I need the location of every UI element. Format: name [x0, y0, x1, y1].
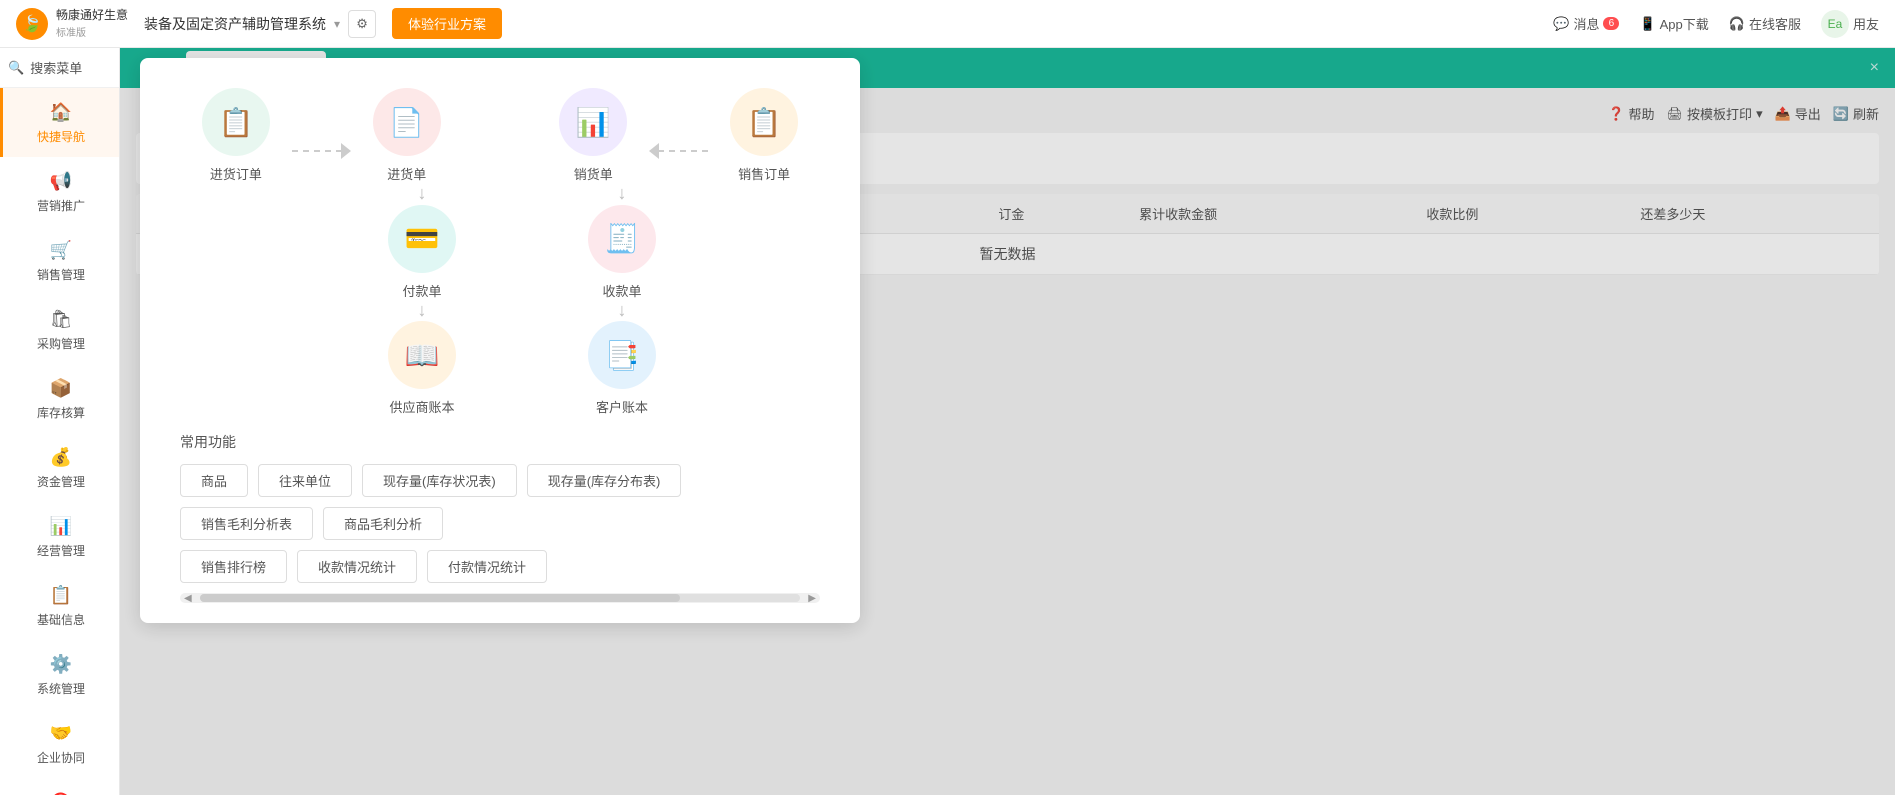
flow-sales-order-circle[interactable]: 📋 — [730, 88, 798, 156]
func-btn-product[interactable]: 商品 — [180, 464, 248, 497]
online-service-button[interactable]: 🎧 在线客服 — [1729, 14, 1801, 33]
sidebar-item-marketing[interactable]: 📢 营销推广 — [0, 157, 119, 226]
logo-text: 畅康通好生意 — [56, 8, 128, 24]
func-buttons-row2: 销售排行榜 收款情况统计 付款情况统计 — [180, 550, 820, 583]
user-area[interactable]: Ea 用友 — [1821, 10, 1879, 38]
logo-area: 🍃 畅康通好生意 标准版 — [16, 8, 136, 40]
top-right: 💬 消息 6 📱 App下载 🎧 在线客服 Ea 用友 — [1553, 10, 1879, 38]
app-download-button[interactable]: 📱 App下载 — [1639, 14, 1708, 33]
trial-button[interactable]: 体验行业方案 — [392, 8, 502, 39]
search-icon: 🔍 — [8, 60, 24, 76]
sidebar: 🔍 搜索菜单 🏠 快捷导航 📢 营销推广 🛒 销售管理 🛍 采购管理 📦 库存核… — [0, 48, 120, 795]
flow-sales-bill-label: 销货单 — [574, 164, 613, 183]
func-btn-unit[interactable]: 往来单位 — [258, 464, 352, 497]
sidebar-item-beginner[interactable]: 🎯 新手引导 — [0, 778, 119, 795]
inventory-icon: 📦 — [49, 376, 73, 400]
system-dropdown-arrow[interactable]: ▾ — [334, 17, 340, 31]
sidebar-item-sales[interactable]: 🛒 销售管理 — [0, 226, 119, 295]
func-btn-sales-profit[interactable]: 销售毛利分析表 — [180, 507, 313, 540]
system-icon: ⚙️ — [49, 652, 73, 676]
service-icon: 🎧 — [1729, 16, 1745, 32]
common-functions-title: 常用功能 — [180, 432, 820, 452]
flow-supplier-ledger-circle[interactable]: 📖 — [388, 321, 456, 389]
system-title: 装备及固定资产辅助管理系统 — [144, 14, 326, 34]
scroll-right-arrow[interactable]: ▶ — [804, 593, 820, 604]
func-btn-inventory-dist[interactable]: 现存量(库存分布表) — [527, 464, 682, 497]
message-badge: 6 — [1603, 17, 1619, 30]
sidebar-item-purchase[interactable]: 🛍 采购管理 — [0, 295, 119, 364]
scrollbar-track — [200, 594, 801, 602]
flow-receipt-circle[interactable]: 🧾 — [588, 205, 656, 273]
purchase-icon: 🛍 — [49, 307, 73, 331]
flow-purchase-order-label: 进货订单 — [210, 164, 262, 183]
common-functions-section: 常用功能 商品 往来单位 现存量(库存状况表) 现存量(库存分布表) 销售毛利分… — [180, 432, 820, 583]
gear-button[interactable]: ⚙ — [348, 10, 376, 38]
sidebar-item-enterprise[interactable]: 🤝 企业协同 — [0, 709, 119, 778]
quick-nav-icon: 🏠 — [49, 100, 73, 124]
flow-customer-ledger-label: 客户账本 — [596, 397, 648, 416]
flow-purchase-order-circle[interactable]: 📋 — [202, 88, 270, 156]
system-title-area: 装备及固定资产辅助管理系统 ▾ — [144, 14, 340, 34]
sidebar-item-basic-info[interactable]: 📋 基础信息 — [0, 571, 119, 640]
basic-info-icon: 📋 — [49, 583, 73, 607]
flow-customer-ledger-circle[interactable]: 📑 — [588, 321, 656, 389]
flow-purchase-bill-label: 进货单 — [387, 164, 426, 183]
sidebar-item-finance[interactable]: 💰 资金管理 — [0, 433, 119, 502]
avatar: Ea — [1821, 10, 1849, 38]
scrollbar-thumb — [200, 594, 680, 602]
func-btn-product-profit[interactable]: 商品毛利分析 — [323, 507, 443, 540]
modal-overlay: 📋 进货订单 📄 进货单 📊 — [120, 48, 1895, 795]
beginner-icon: 🎯 — [49, 790, 73, 795]
logo-icon: 🍃 — [16, 8, 48, 40]
scroll-left-arrow[interactable]: ◀ — [180, 593, 196, 604]
flow-purchase-bill-circle[interactable]: 📄 — [373, 88, 441, 156]
message-button[interactable]: 💬 消息 6 — [1553, 14, 1619, 33]
message-icon: 💬 — [1553, 16, 1569, 32]
download-icon: 📱 — [1639, 16, 1655, 32]
modal-scrollbar[interactable]: ◀ ▶ — [180, 593, 820, 603]
func-btn-payment-stats[interactable]: 付款情况统计 — [427, 550, 547, 583]
top-bar: 🍃 畅康通好生意 标准版 装备及固定资产辅助管理系统 ▾ ⚙ 体验行业方案 💬 … — [0, 0, 1895, 48]
func-btn-inventory-status[interactable]: 现存量(库存状况表) — [362, 464, 517, 497]
finance-icon: 💰 — [49, 445, 73, 469]
sidebar-item-quick-nav[interactable]: 🏠 快捷导航 — [0, 88, 119, 157]
enterprise-icon: 🤝 — [49, 721, 73, 745]
operations-icon: 📊 — [49, 514, 73, 538]
sales-icon: 🛒 — [49, 238, 73, 262]
flow-payment-label: 付款单 — [402, 281, 441, 300]
flow-sales-bill-circle[interactable]: 📊 — [559, 88, 627, 156]
sidebar-item-system[interactable]: ⚙️ 系统管理 — [0, 640, 119, 709]
func-btn-sales-rank[interactable]: 销售排行榜 — [180, 550, 287, 583]
search-menu[interactable]: 🔍 搜索菜单 — [0, 48, 119, 88]
func-btn-receipt-stats[interactable]: 收款情况统计 — [297, 550, 417, 583]
sidebar-item-operations[interactable]: 📊 经营管理 — [0, 502, 119, 571]
flow-sales-order-label: 销售订单 — [738, 164, 790, 183]
flow-supplier-ledger-label: 供应商账本 — [389, 397, 454, 416]
logo-sub: 标准版 — [56, 24, 128, 39]
sidebar-item-inventory[interactable]: 📦 库存核算 — [0, 364, 119, 433]
flow-payment-circle[interactable]: 💳 — [388, 205, 456, 273]
flow-modal: 📋 进货订单 📄 进货单 📊 — [140, 58, 860, 623]
marketing-icon: 📢 — [49, 169, 73, 193]
func-buttons-row1: 商品 往来单位 现存量(库存状况表) 现存量(库存分布表) 销售毛利分析表 商品… — [180, 464, 820, 540]
flow-receipt-label: 收款单 — [602, 281, 641, 300]
